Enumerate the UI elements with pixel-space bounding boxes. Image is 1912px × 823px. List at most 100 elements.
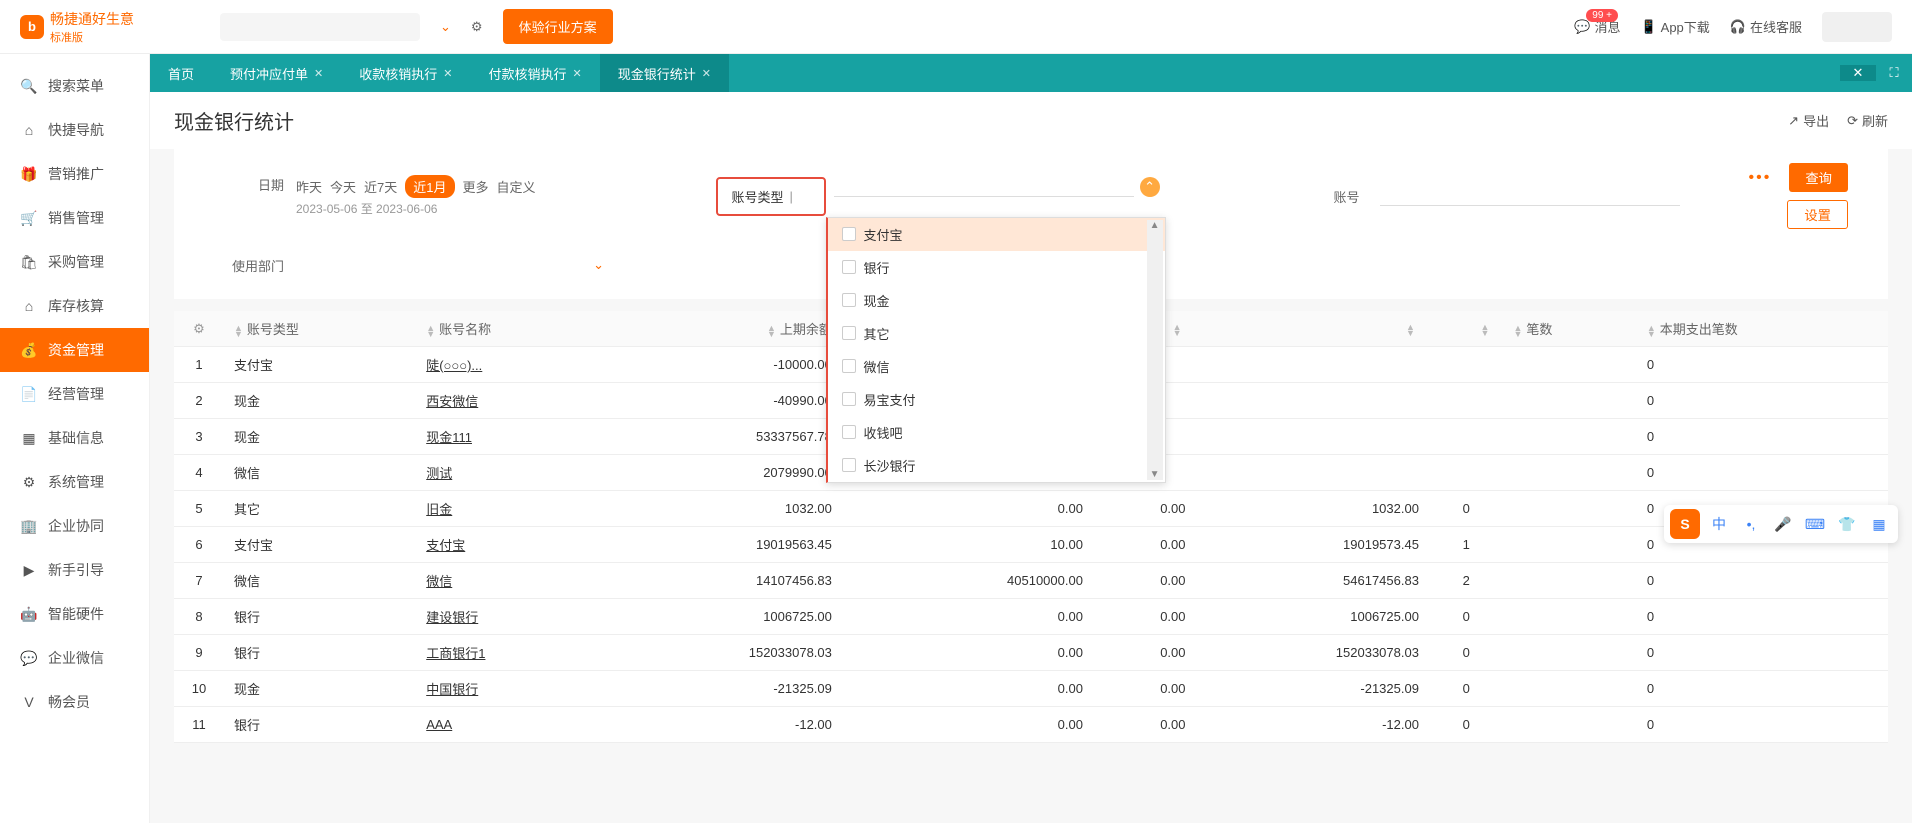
chevron-down-icon[interactable]: ⌄ xyxy=(440,19,451,35)
dropdown-item-1[interactable]: 银行 xyxy=(828,251,1165,284)
fullscreen-button[interactable]: ⛶ xyxy=(1876,65,1912,81)
checkbox-icon[interactable] xyxy=(842,293,856,307)
scroll-down-icon[interactable]: ▼ xyxy=(1150,469,1160,480)
sort-icon[interactable]: ▲▼ xyxy=(1406,324,1415,336)
close-icon[interactable]: ✕ xyxy=(702,67,711,80)
ime-keyboard-icon[interactable]: ⌨ xyxy=(1802,511,1828,537)
sidebar-item-4[interactable]: 🛍采购管理 xyxy=(0,240,149,284)
export-button[interactable]: ↗ 导出 xyxy=(1788,111,1829,130)
cell-name[interactable]: 建设银行 xyxy=(416,599,608,635)
ime-lang-icon[interactable]: 中 xyxy=(1706,511,1732,537)
dropdown-scrollbar[interactable]: ▲ ▼ xyxy=(1147,220,1163,480)
cell-name[interactable]: 测试 xyxy=(416,455,608,491)
table-row[interactable]: 9 银行 工商银行1 152033078.03 0.00 0.00 152033… xyxy=(174,635,1888,671)
table-row[interactable]: 10 现金 中国银行 -21325.09 0.00 0.00 -21325.09… xyxy=(174,671,1888,707)
dropdown-item-7[interactable]: 长沙银行 xyxy=(828,449,1165,482)
ime-sogou-icon[interactable]: S xyxy=(1670,509,1700,539)
sidebar-item-13[interactable]: 💬企业微信 xyxy=(0,636,149,680)
sidebar-item-3[interactable]: 🛒销售管理 xyxy=(0,196,149,240)
table-row[interactable]: 11 银行 AAA -12.00 0.00 0.00 -12.00 0 0 xyxy=(174,707,1888,743)
table-row[interactable]: 8 银行 建设银行 1006725.00 0.00 0.00 1006725.0… xyxy=(174,599,1888,635)
account-type-input[interactable] xyxy=(834,177,1134,197)
date-option-4[interactable]: 更多 xyxy=(463,177,489,196)
online-service-link[interactable]: 🎧 在线客服 xyxy=(1730,17,1802,36)
sort-icon[interactable]: ▲▼ xyxy=(426,325,435,337)
checkbox-icon[interactable] xyxy=(842,260,856,274)
checkbox-icon[interactable] xyxy=(842,359,856,373)
sidebar-item-7[interactable]: 📄经营管理 xyxy=(0,372,149,416)
cell-name[interactable]: 工商银行1 xyxy=(416,635,608,671)
dropdown-item-4[interactable]: 微信 xyxy=(828,350,1165,383)
sidebar-item-12[interactable]: 🤖智能硬件 xyxy=(0,592,149,636)
sort-icon[interactable]: ▲▼ xyxy=(1647,325,1656,337)
filter-settings-button[interactable]: 设置 xyxy=(1787,200,1848,229)
industry-plan-button[interactable]: 体验行业方案 xyxy=(503,9,613,44)
account-type-label-box[interactable]: 账号类型 | xyxy=(716,177,826,216)
date-option-0[interactable]: 昨天 xyxy=(296,177,322,196)
cell-name[interactable]: AAA xyxy=(416,707,608,743)
col-header-6[interactable]: ▲▼ xyxy=(1196,311,1429,347)
table-row[interactable]: 5 其它 旧金 1032.00 0.00 0.00 1032.00 0 0 xyxy=(174,491,1888,527)
col-header-0[interactable]: ⚙ xyxy=(174,311,224,347)
account-code-input[interactable] xyxy=(1380,186,1680,206)
sidebar-item-14[interactable]: V畅会员 xyxy=(0,680,149,724)
sidebar-item-1[interactable]: ⌂快捷导航 xyxy=(0,108,149,152)
sidebar-item-6[interactable]: 💰资金管理 xyxy=(0,328,149,372)
col-header-9[interactable]: ▲▼本期支出笔数 xyxy=(1637,311,1888,347)
tab-3[interactable]: 付款核销执行✕ xyxy=(470,54,599,92)
sidebar-item-9[interactable]: ⚙系统管理 xyxy=(0,460,149,504)
cell-name[interactable]: 中国银行 xyxy=(416,671,608,707)
sort-icon[interactable]: ▲▼ xyxy=(1481,324,1490,336)
sidebar-item-11[interactable]: ▶新手引导 xyxy=(0,548,149,592)
table-row[interactable]: 7 微信 微信 14107456.83 40510000.00 0.00 546… xyxy=(174,563,1888,599)
tab-1[interactable]: 预付冲应付单✕ xyxy=(212,54,341,92)
app-download-link[interactable]: 📱 App下载 xyxy=(1640,17,1709,36)
sort-icon[interactable]: ▲▼ xyxy=(1173,324,1182,336)
logo[interactable]: b 畅捷通好生意 标准版 xyxy=(20,9,160,45)
checkbox-icon[interactable] xyxy=(842,392,856,406)
close-icon[interactable]: ✕ xyxy=(314,67,323,80)
dropdown-item-5[interactable]: 易宝支付 xyxy=(828,383,1165,416)
query-button[interactable]: 查询 xyxy=(1789,163,1848,192)
checkbox-icon[interactable] xyxy=(842,227,856,241)
date-option-2[interactable]: 近7天 xyxy=(364,177,397,196)
dropdown-item-0[interactable]: 支付宝 xyxy=(828,218,1165,251)
dropdown-item-2[interactable]: 现金 xyxy=(828,284,1165,317)
messages-link[interactable]: 💬 消息 99 + xyxy=(1574,17,1620,36)
dropdown-item-6[interactable]: 收钱吧 xyxy=(828,416,1165,449)
gear-icon[interactable]: ⚙ xyxy=(471,19,483,35)
col-header-2[interactable]: ▲▼账号名称 xyxy=(416,311,608,347)
checkbox-icon[interactable] xyxy=(842,425,856,439)
checkbox-icon[interactable] xyxy=(842,326,856,340)
tab-0[interactable]: 首页 xyxy=(150,54,212,92)
sort-icon[interactable]: ▲▼ xyxy=(767,325,776,337)
dropdown-item-3[interactable]: 其它 xyxy=(828,317,1165,350)
sort-icon[interactable]: ▲▼ xyxy=(234,325,243,337)
ime-punct-icon[interactable]: •, xyxy=(1738,511,1764,537)
gear-icon[interactable]: ⚙ xyxy=(193,321,205,336)
table-row[interactable]: 6 支付宝 支付宝 19019563.45 10.00 0.00 1901957… xyxy=(174,527,1888,563)
refresh-button[interactable]: ⟳ 刷新 xyxy=(1847,111,1888,130)
scroll-up-icon[interactable]: ▲ xyxy=(1150,220,1160,231)
date-option-1[interactable]: 今天 xyxy=(330,177,356,196)
cell-name[interactable]: 旧金 xyxy=(416,491,608,527)
sidebar-item-5[interactable]: ⌂库存核算 xyxy=(0,284,149,328)
sidebar-item-0[interactable]: 🔍搜索菜单 xyxy=(0,64,149,108)
sidebar-item-10[interactable]: 🏢企业协同 xyxy=(0,504,149,548)
collapse-toggle-icon[interactable]: ⌃ xyxy=(1140,177,1160,197)
user-avatar[interactable] xyxy=(1822,12,1892,42)
ime-toolbar[interactable]: S 中 •, 🎤 ⌨ 👕 ▦ xyxy=(1664,505,1898,543)
sort-icon[interactable]: ▲▼ xyxy=(1513,325,1522,337)
cell-name[interactable]: 陡(○○○)... xyxy=(416,347,608,383)
ime-mic-icon[interactable]: 🎤 xyxy=(1770,511,1796,537)
close-icon[interactable]: ✕ xyxy=(573,67,582,80)
cell-name[interactable]: 微信 xyxy=(416,563,608,599)
ime-skin-icon[interactable]: 👕 xyxy=(1834,511,1860,537)
col-header-1[interactable]: ▲▼账号类型 xyxy=(224,311,416,347)
tab-2[interactable]: 收款核销执行✕ xyxy=(341,54,470,92)
cell-name[interactable]: 现金111 xyxy=(416,419,608,455)
more-filters-icon[interactable]: ••• xyxy=(1749,169,1772,187)
sidebar-item-8[interactable]: ▦基础信息 xyxy=(0,416,149,460)
col-header-3[interactable]: ▲▼上期余额 xyxy=(608,311,841,347)
company-selector[interactable] xyxy=(220,13,420,41)
